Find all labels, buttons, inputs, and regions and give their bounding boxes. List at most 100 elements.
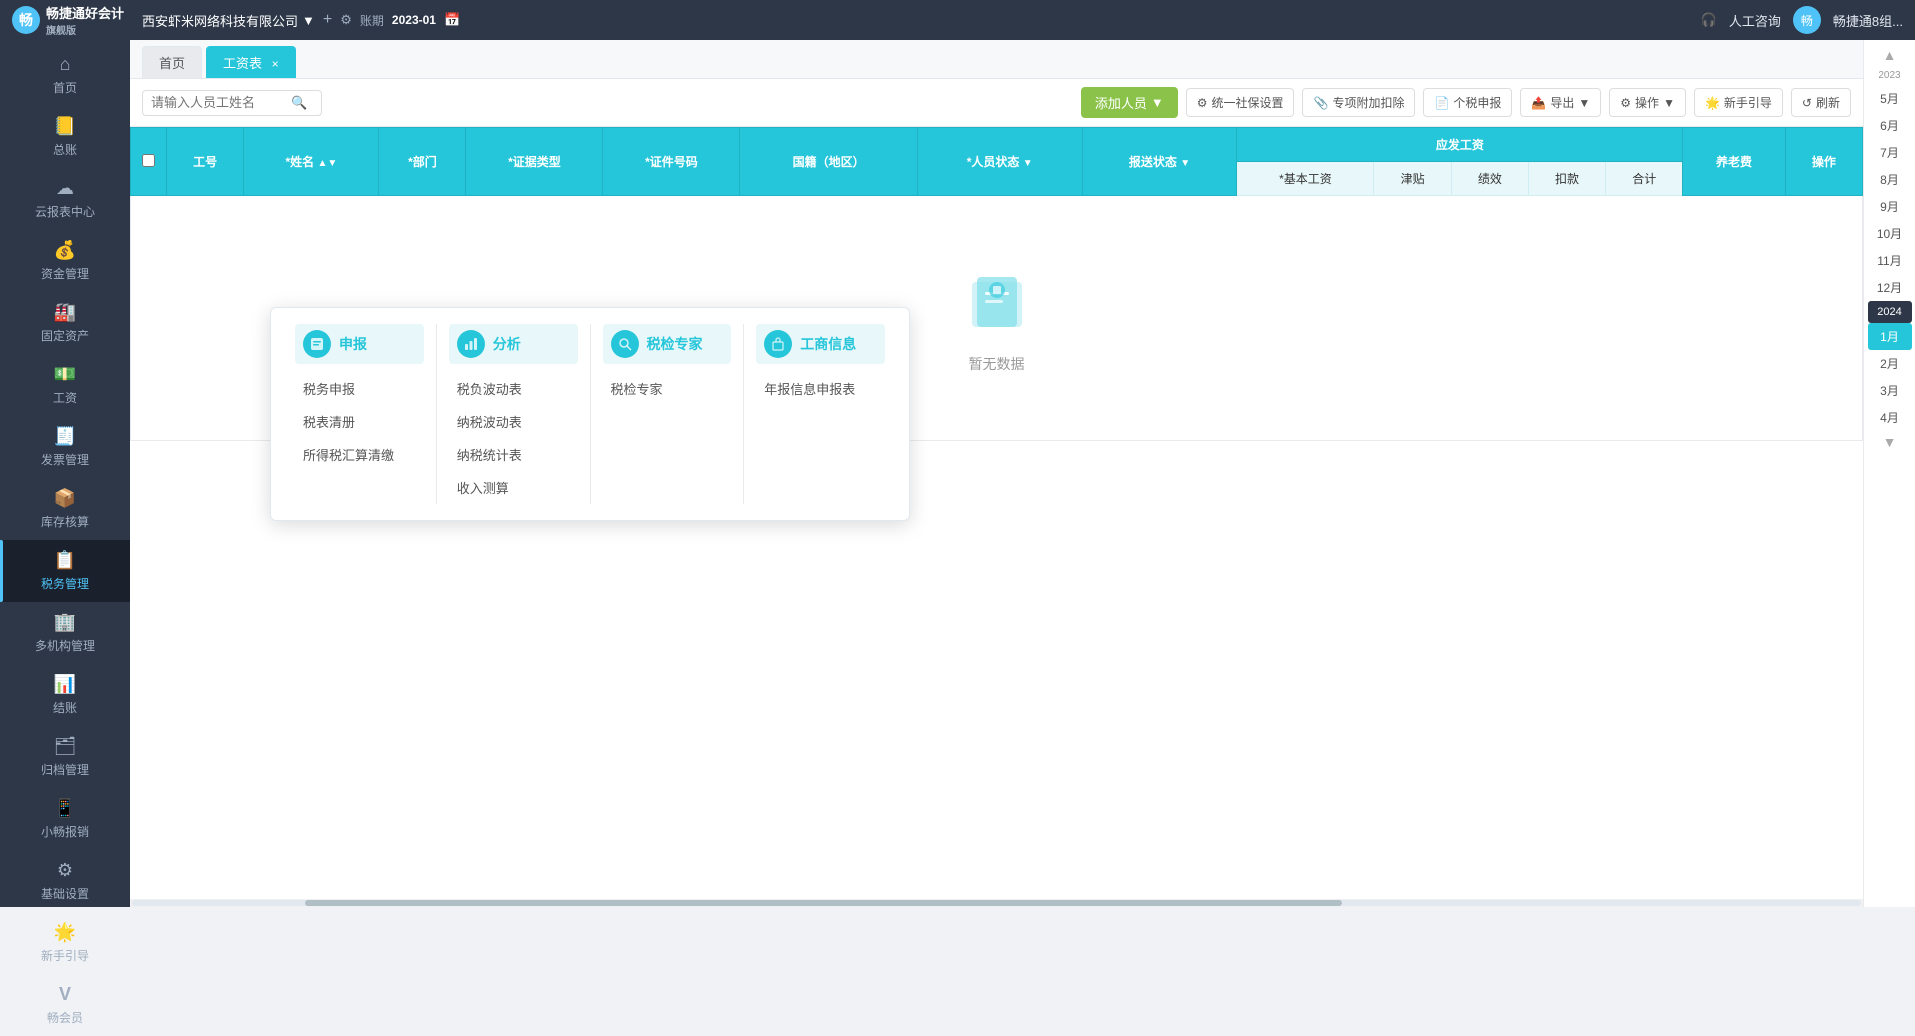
calendar-month-1[interactable]: 1月 (1868, 323, 1912, 350)
dropdown-item-tax-wave[interactable]: 纳税波动表 (449, 405, 578, 438)
tax-decl-icon: 📄 (1434, 96, 1449, 110)
sidebar-label-settings: 基础设置 (41, 885, 89, 902)
declaration-col-icon (303, 330, 331, 358)
tax-icon: 📋 (54, 550, 76, 571)
search-box[interactable]: 🔍 (142, 90, 322, 116)
calendar-month-10[interactable]: 10月 (1868, 220, 1912, 247)
col-id-no-header: *证件号码 (603, 128, 740, 196)
tab-home-label: 首页 (159, 56, 185, 71)
sidebar-label-fund: 资金管理 (41, 265, 89, 282)
dropdown-item-tax-expert[interactable]: 税检专家 (603, 372, 732, 405)
calendar-month-7[interactable]: 7月 (1868, 139, 1912, 166)
calendar-month-11[interactable]: 11月 (1868, 247, 1912, 274)
tax-declaration-button[interactable]: 📄 个税申报 (1423, 88, 1512, 117)
period-calendar-icon[interactable]: 📅 (444, 12, 460, 28)
scroll-thumb[interactable] (305, 900, 1342, 906)
multi-icon: 🏢 (54, 612, 76, 633)
refresh-button[interactable]: ↺ 刷新 (1791, 88, 1851, 117)
bottom-scrollbar[interactable] (130, 899, 1863, 907)
select-all-checkbox[interactable] (142, 154, 155, 167)
name-sort-icon[interactable]: ▲▼ (317, 158, 337, 169)
empty-icon (957, 262, 1037, 342)
sidebar-item-member[interactable]: V 畅会员 (0, 974, 130, 1036)
calendar-month-4[interactable]: 4月 (1868, 404, 1912, 431)
calendar-month-6[interactable]: 6月 (1868, 112, 1912, 139)
toolbar: 🔍 添加人员 ▼ ⚙ 统一社保设置 📎 专项附加扣除 📄 个税申报 📤 导出 (130, 79, 1863, 127)
col-salary-group-header: 应发工资 (1237, 128, 1683, 162)
sidebar-label-home: 首页 (53, 79, 77, 96)
dropdown-item-tax-declaration[interactable]: 税务申报 (295, 372, 424, 405)
export-button[interactable]: 📤 导出 ▼ (1520, 88, 1601, 117)
social-icon: ⚙ (1197, 96, 1208, 110)
sidebar-item-fund[interactable]: 💰 资金管理 (0, 230, 130, 292)
ledger-icon: 📒 (54, 116, 76, 137)
report-filter-icon[interactable]: ▼ (1180, 158, 1190, 169)
empty-text: 暂无数据 (969, 354, 1025, 374)
status-filter-icon[interactable]: ▼ (1023, 158, 1033, 169)
tab-home[interactable]: 首页 (142, 46, 202, 78)
empty-illustration (957, 262, 1037, 342)
add-employee-button[interactable]: 添加人员 ▼ (1081, 87, 1178, 118)
sidebar-item-settings[interactable]: ⚙ 基础设置 (0, 850, 130, 912)
sidebar-item-invoice[interactable]: 🧾 发票管理 (0, 416, 130, 478)
sidebar-item-asset[interactable]: 🏭 固定资产 (0, 292, 130, 354)
dropdown-item-tax-settlement[interactable]: 所得税汇算清缴 (295, 438, 424, 471)
sidebar-label-cloud: 云报表中心 (35, 203, 95, 220)
calendar-nav-up[interactable]: ▲ (1880, 44, 1900, 66)
sidebar-item-guide[interactable]: 🌟 新手引导 (0, 912, 130, 974)
dropdown-item-annual-report[interactable]: 年报信息申报表 (756, 372, 885, 405)
sidebar-label-asset: 固定资产 (41, 327, 89, 344)
col-checkbox[interactable] (131, 128, 167, 196)
tax-decl-label: 个税申报 (1453, 94, 1501, 111)
salary-icon: 💵 (54, 364, 76, 385)
tab-close-icon[interactable]: × (272, 57, 279, 71)
dropdown-item-tax-burden[interactable]: 税负波动表 (449, 372, 578, 405)
user-name[interactable]: 畅捷通8组... (1833, 11, 1903, 30)
dropdown-columns: 申报 税务申报 税表清册 所得税汇算清缴 分析 (287, 324, 893, 504)
calendar-month-2[interactable]: 2月 (1868, 350, 1912, 377)
tab-salary[interactable]: 工资表 × (206, 46, 296, 78)
app-edition: 旗舰版 (46, 22, 124, 37)
checkout-icon: 📊 (54, 674, 76, 695)
special-deduction-button[interactable]: 📎 专项附加扣除 (1302, 88, 1415, 117)
guide-btn-label: 新手引导 (1724, 94, 1772, 111)
operate-button[interactable]: ⚙ 操作 ▼ (1609, 88, 1686, 117)
sidebar-item-home[interactable]: ⌂ 首页 (0, 44, 130, 106)
calendar-month-12[interactable]: 12月 (1868, 274, 1912, 301)
add-company-icon[interactable]: + (323, 11, 332, 29)
guide-button[interactable]: 🌟 新手引导 (1694, 88, 1783, 117)
sidebar-item-tax[interactable]: 📋 税务管理 (0, 540, 130, 602)
dropdown-item-income-calc[interactable]: 收入测算 (449, 471, 578, 504)
calendar-nav-down[interactable]: ▼ (1880, 431, 1900, 453)
col-id-type-header: *证据类型 (466, 128, 603, 196)
export-dropdown-icon: ▼ (1578, 96, 1590, 110)
main-layout: ⌂ 首页 📒 总账 ☁ 云报表中心 💰 资金管理 🏭 固定资产 💵 工资 🧾 发… (0, 40, 1915, 907)
sidebar-item-report[interactable]: 📱 小畅报销 (0, 788, 130, 850)
company-dropdown-icon[interactable]: ▼ (302, 13, 315, 28)
sidebar-item-cloud[interactable]: ☁ 云报表中心 (0, 168, 130, 230)
sidebar-item-multi[interactable]: 🏢 多机构管理 (0, 602, 130, 664)
sidebar-item-ledger[interactable]: 📒 总账 (0, 106, 130, 168)
calendar-month-3[interactable]: 3月 (1868, 377, 1912, 404)
fund-icon: 💰 (54, 240, 76, 261)
declaration-col-title: 申报 (339, 334, 367, 354)
operate-icon: ⚙ (1620, 96, 1631, 110)
sidebar-item-archive[interactable]: 🗂 归档管理 (0, 726, 130, 788)
calendar-month-8[interactable]: 8月 (1868, 166, 1912, 193)
col-name-header: *姓名 ▲▼ (244, 128, 379, 196)
dropdown-item-tax-form[interactable]: 税表清册 (295, 405, 424, 438)
dropdown-menu: 申报 税务申报 税表清册 所得税汇算清缴 分析 (270, 307, 910, 521)
sidebar-item-inventory[interactable]: 📦 库存核算 (0, 478, 130, 540)
user-avatar: 畅 (1793, 6, 1821, 34)
business-col-icon (764, 330, 792, 358)
social-insurance-button[interactable]: ⚙ 统一社保设置 (1186, 88, 1295, 117)
company-selector[interactable]: 西安虾米网络科技有限公司 ▼ (142, 11, 315, 30)
sidebar-item-salary[interactable]: 💵 工资 (0, 354, 130, 416)
calendar-month-5[interactable]: 5月 (1868, 85, 1912, 112)
company-settings-icon[interactable]: ⚙ (340, 12, 352, 28)
search-input[interactable] (151, 95, 291, 110)
dropdown-item-tax-stats[interactable]: 纳税统计表 (449, 438, 578, 471)
sidebar-item-checkout[interactable]: 📊 结账 (0, 664, 130, 726)
help-text[interactable]: 人工咨询 (1729, 11, 1781, 30)
calendar-month-9[interactable]: 9月 (1868, 193, 1912, 220)
